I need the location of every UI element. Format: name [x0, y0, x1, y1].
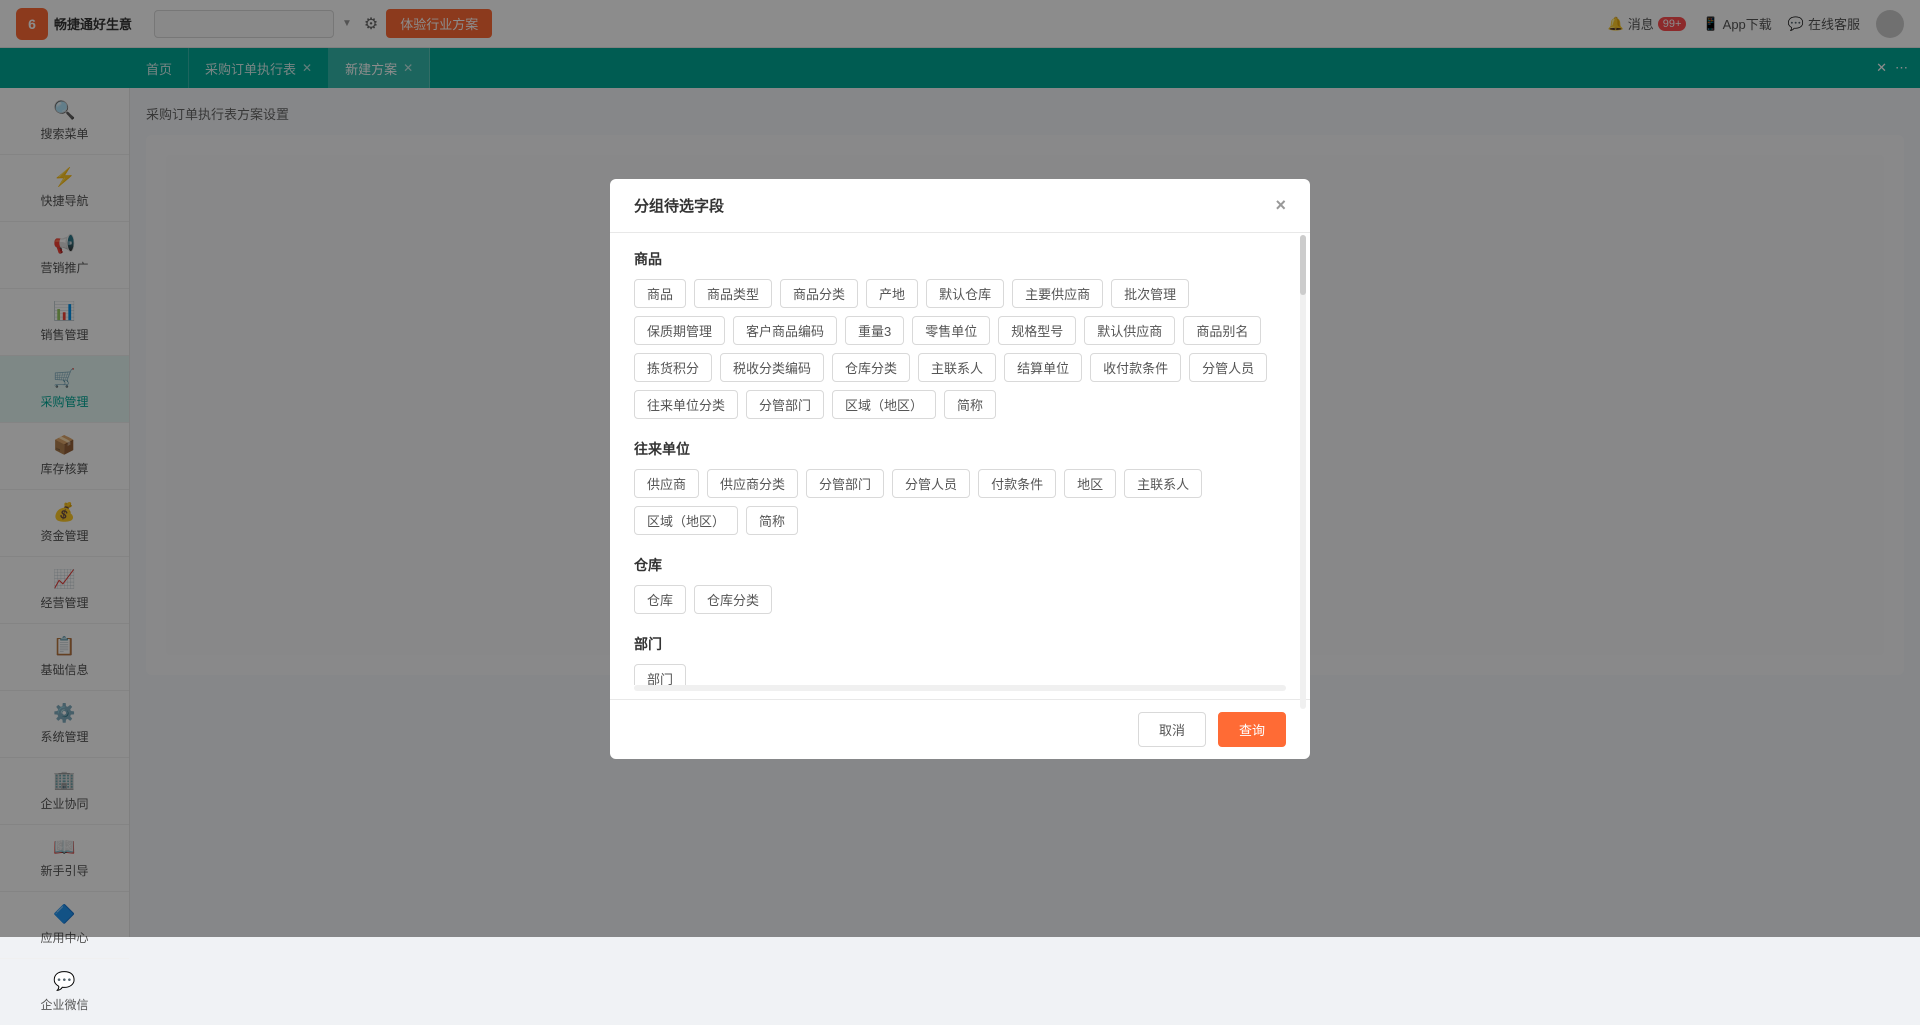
- field-tag-goods-19[interactable]: 收付款条件: [1090, 353, 1181, 382]
- field-tag-goods-7[interactable]: 保质期管理: [634, 316, 725, 345]
- field-group-warehouse-title: 仓库: [634, 555, 1286, 575]
- field-group-goods: 商品 商品 商品类型 商品分类 产地 默认仓库 主要供应商 批次管理 保质期管理…: [634, 249, 1286, 419]
- field-tag-counterpart-5[interactable]: 地区: [1064, 469, 1116, 498]
- field-group-warehouse: 仓库 仓库 仓库分类: [634, 555, 1286, 614]
- modal-horizontal-scrollbar[interactable]: [634, 685, 1286, 690]
- modal-body[interactable]: 商品 商品 商品类型 商品分类 产地 默认仓库 主要供应商 批次管理 保质期管理…: [610, 233, 1310, 686]
- field-tags-goods: 商品 商品类型 商品分类 产地 默认仓库 主要供应商 批次管理 保质期管理 客户…: [634, 279, 1286, 419]
- field-tag-goods-3[interactable]: 产地: [866, 279, 918, 308]
- field-tags-warehouse: 仓库 仓库分类: [634, 585, 1286, 614]
- field-tag-counterpart-8[interactable]: 简称: [746, 506, 798, 535]
- modal-vertical-scrollbar-thumb[interactable]: [1300, 235, 1306, 295]
- field-tag-goods-13[interactable]: 商品别名: [1183, 316, 1261, 345]
- modal: 分组待选字段 × 商品 商品 商品类型 商品分类 产地 默认仓库 主要供应商 批…: [610, 179, 1310, 759]
- modal-overlay: 分组待选字段 × 商品 商品 商品类型 商品分类 产地 默认仓库 主要供应商 批…: [0, 0, 1920, 937]
- field-tag-department-0[interactable]: 部门: [634, 664, 686, 686]
- modal-close-button[interactable]: ×: [1275, 195, 1286, 216]
- field-tag-counterpart-6[interactable]: 主联系人: [1124, 469, 1202, 498]
- field-tag-goods-22[interactable]: 分管部门: [746, 390, 824, 419]
- field-tag-counterpart-4[interactable]: 付款条件: [978, 469, 1056, 498]
- field-tag-goods-1[interactable]: 商品类型: [694, 279, 772, 308]
- field-tag-warehouse-1[interactable]: 仓库分类: [694, 585, 772, 614]
- field-tag-goods-2[interactable]: 商品分类: [780, 279, 858, 308]
- field-tag-counterpart-0[interactable]: 供应商: [634, 469, 699, 498]
- field-tag-counterpart-7[interactable]: 区域（地区）: [634, 506, 738, 535]
- field-group-goods-title: 商品: [634, 249, 1286, 269]
- field-group-department: 部门 部门: [634, 634, 1286, 686]
- field-tag-warehouse-0[interactable]: 仓库: [634, 585, 686, 614]
- field-tag-goods-8[interactable]: 客户商品编码: [733, 316, 837, 345]
- field-group-counterpart: 往来单位 供应商 供应商分类 分管部门 分管人员 付款条件 地区 主联系人 区域…: [634, 439, 1286, 535]
- cancel-button[interactable]: 取消: [1138, 712, 1206, 747]
- field-tag-goods-4[interactable]: 默认仓库: [926, 279, 1004, 308]
- field-tag-goods-14[interactable]: 拣货积分: [634, 353, 712, 382]
- field-tag-counterpart-2[interactable]: 分管部门: [806, 469, 884, 498]
- modal-vertical-scrollbar-track[interactable]: [1300, 235, 1306, 709]
- field-tag-goods-11[interactable]: 规格型号: [998, 316, 1076, 345]
- field-tag-goods-21[interactable]: 往来单位分类: [634, 390, 738, 419]
- field-tags-department: 部门: [634, 664, 1286, 686]
- field-tag-goods-17[interactable]: 主联系人: [918, 353, 996, 382]
- field-tag-goods-9[interactable]: 重量3: [845, 316, 904, 345]
- field-tag-goods-5[interactable]: 主要供应商: [1012, 279, 1103, 308]
- field-tag-goods-16[interactable]: 仓库分类: [832, 353, 910, 382]
- field-tag-goods-15[interactable]: 税收分类编码: [720, 353, 824, 382]
- field-tags-counterpart: 供应商 供应商分类 分管部门 分管人员 付款条件 地区 主联系人 区域（地区） …: [634, 469, 1286, 535]
- modal-title: 分组待选字段: [634, 195, 724, 216]
- field-tag-goods-10[interactable]: 零售单位: [912, 316, 990, 345]
- field-group-counterpart-title: 往来单位: [634, 439, 1286, 459]
- modal-footer: 取消 查询: [610, 699, 1310, 759]
- field-tag-counterpart-3[interactable]: 分管人员: [892, 469, 970, 498]
- field-tag-goods-18[interactable]: 结算单位: [1004, 353, 1082, 382]
- field-tag-goods-6[interactable]: 批次管理: [1111, 279, 1189, 308]
- confirm-button[interactable]: 查询: [1218, 712, 1286, 747]
- field-group-department-title: 部门: [634, 634, 1286, 654]
- field-tag-goods-12[interactable]: 默认供应商: [1084, 316, 1175, 345]
- field-tag-goods-24[interactable]: 简称: [944, 390, 996, 419]
- field-tag-goods-0[interactable]: 商品: [634, 279, 686, 308]
- modal-header: 分组待选字段 ×: [610, 179, 1310, 233]
- field-tag-counterpart-1[interactable]: 供应商分类: [707, 469, 798, 498]
- field-tag-goods-20[interactable]: 分管人员: [1189, 353, 1267, 382]
- field-tag-goods-23[interactable]: 区域（地区）: [832, 390, 936, 419]
